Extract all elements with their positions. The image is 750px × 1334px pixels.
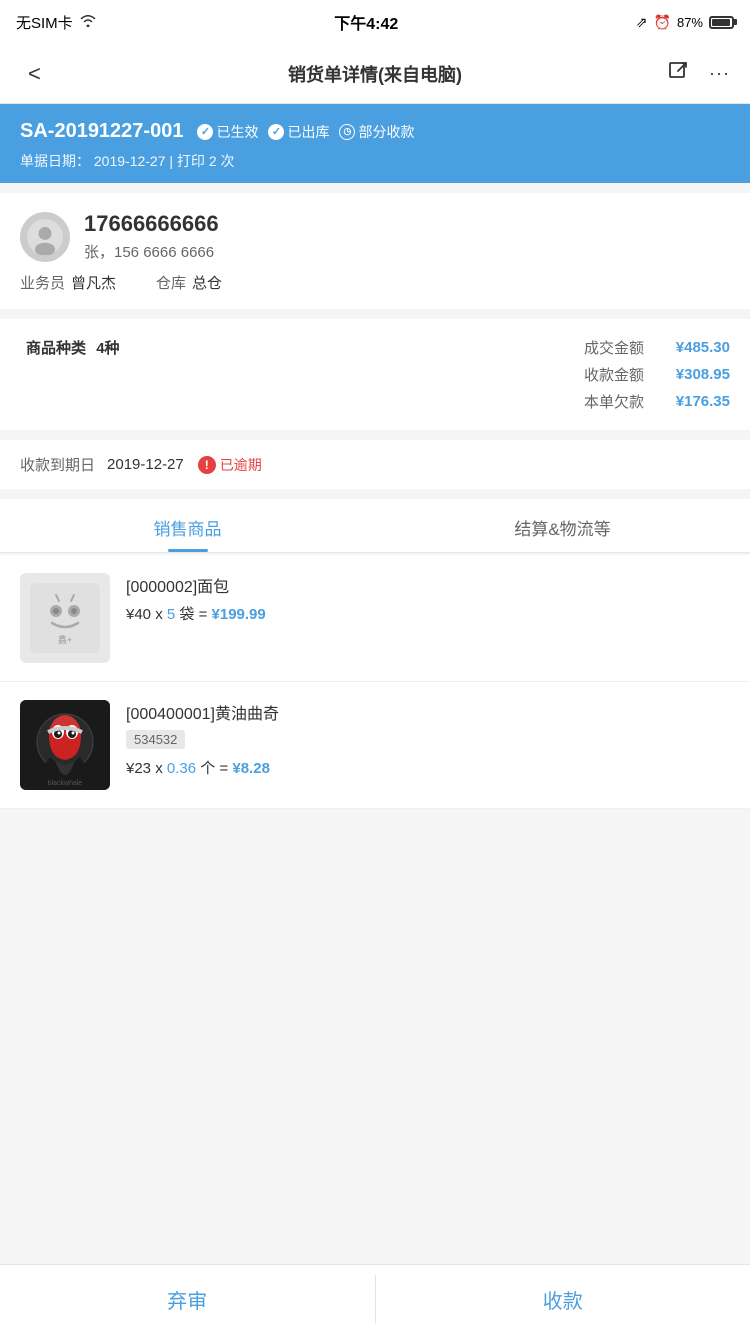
product-thumbnail-2: blackwhale <box>20 700 110 790</box>
back-button[interactable]: < <box>20 53 49 95</box>
battery-icon <box>709 16 734 29</box>
clock-icon: ◷ <box>339 124 355 140</box>
product-info-2: [000400001]黄油曲奇 534532 ¥23 x 0.36 个 = ¥8… <box>126 700 730 790</box>
status-time: 下午4:42 <box>334 10 398 34</box>
product-name-1: [0000002]面包 <box>126 573 730 597</box>
activated-icon: ✓ <box>197 124 213 140</box>
order-date-line: 单据日期： 2019-12-27 | 打印 2 次 <box>20 151 730 171</box>
svg-text:鑫+: 鑫+ <box>58 634 72 645</box>
nav-bar: < 销货单详情(来自电脑) ··· <box>0 44 750 104</box>
status-bar: 无SIM卡 下午4:42 ⇗ ⏰ 87% <box>0 0 750 44</box>
product-info-1: [0000002]面包 ¥40 x 5 袋 = ¥199.99 <box>126 573 730 663</box>
status-badges: ✓ 已生效 ✓ 已出库 ◷ 部分收款 <box>197 122 414 142</box>
product-name-2: [000400001]黄油曲奇 <box>126 700 730 724</box>
warehouse-item: 仓库 总仓 <box>156 272 222 293</box>
reject-button[interactable]: 弃审 <box>0 1265 375 1334</box>
avatar <box>20 212 70 262</box>
status-right: ⇗ ⏰ 87% <box>636 14 734 31</box>
overdue-badge: ! 已逾期 <box>198 455 262 475</box>
product-sku: 534532 <box>126 730 185 749</box>
product-list: 鑫+ [0000002]面包 ¥40 x 5 袋 = ¥199.99 <box>0 555 750 809</box>
due-section: 收款到期日 2019-12-27 ! 已逾期 <box>0 440 750 489</box>
alarm-icon: ⏰ <box>654 14 671 31</box>
deal-amount-row: 成交金额 ¥485.30 <box>584 337 730 358</box>
nav-actions: ··· <box>667 60 730 88</box>
amount-stats: 成交金额 ¥485.30 收款金额 ¥308.95 本单欠款 ¥176.35 <box>584 337 730 412</box>
network-label: 无SIM卡 <box>16 12 73 33</box>
customer-section: 17666666666 张，156 6666 6666 业务员 曾凡杰 仓库 总… <box>0 193 750 309</box>
customer-name: 17666666666 <box>84 211 219 237</box>
badge-shipped: ✓ 已出库 <box>268 122 329 142</box>
battery-percent: 87% <box>677 15 703 30</box>
order-header: SA-20191227-001 ✓ 已生效 ✓ 已出库 ◷ 部分收款 单据日期：… <box>0 104 750 183</box>
status-left: 无SIM卡 <box>16 12 97 33</box>
badge-activated: ✓ 已生效 <box>197 122 258 142</box>
bottom-bar: 弃审 收款 <box>0 1264 750 1334</box>
order-id: SA-20191227-001 <box>20 120 183 143</box>
debt-amount-row: 本单欠款 ¥176.35 <box>584 391 730 412</box>
wifi-icon <box>79 13 97 31</box>
product-item: 鑫+ [0000002]面包 ¥40 x 5 袋 = ¥199.99 <box>0 555 750 682</box>
more-icon[interactable]: ··· <box>709 63 730 84</box>
shipped-icon: ✓ <box>268 124 284 140</box>
tab-sales-products[interactable]: 销售商品 <box>0 499 375 552</box>
recv-amount-row: 收款金额 ¥308.95 <box>584 364 730 385</box>
customer-top: 17666666666 张，156 6666 6666 <box>20 211 730 262</box>
confirm-button[interactable]: 收款 <box>376 1265 750 1334</box>
product-price-1: ¥40 x 5 袋 = ¥199.99 <box>126 603 730 624</box>
product-price-2: ¥23 x 0.36 个 = ¥8.28 <box>126 757 730 778</box>
customer-name-block: 17666666666 张，156 6666 6666 <box>84 211 219 262</box>
order-header-top: SA-20191227-001 ✓ 已生效 ✓ 已出库 ◷ 部分收款 <box>20 120 730 143</box>
customer-sub: 张，156 6666 6666 <box>84 241 219 262</box>
badge-partial-payment: ◷ 部分收款 <box>339 122 414 142</box>
share-icon[interactable] <box>667 60 689 88</box>
tabs-section: 销售商品 结算&物流等 <box>0 499 750 553</box>
location-icon: ⇗ <box>636 14 648 31</box>
sales-item: 业务员 曾凡杰 <box>20 272 116 293</box>
product-item: blackwhale [000400001]黄油曲奇 534532 ¥23 x … <box>0 682 750 809</box>
tab-settlement[interactable]: 结算&物流等 <box>375 499 750 552</box>
customer-meta: 业务员 曾凡杰 仓库 总仓 <box>20 272 730 293</box>
product-thumbnail-1: 鑫+ <box>20 573 110 663</box>
overdue-icon: ! <box>198 456 216 474</box>
svg-text:blackwhale: blackwhale <box>48 780 83 787</box>
page-title: 销货单详情(来自电脑) <box>288 61 462 87</box>
stats-section: 商品种类 4种 成交金额 ¥485.30 收款金额 ¥308.95 本单欠款 ¥… <box>0 319 750 430</box>
product-type-count: 商品种类 4种 <box>20 337 120 412</box>
